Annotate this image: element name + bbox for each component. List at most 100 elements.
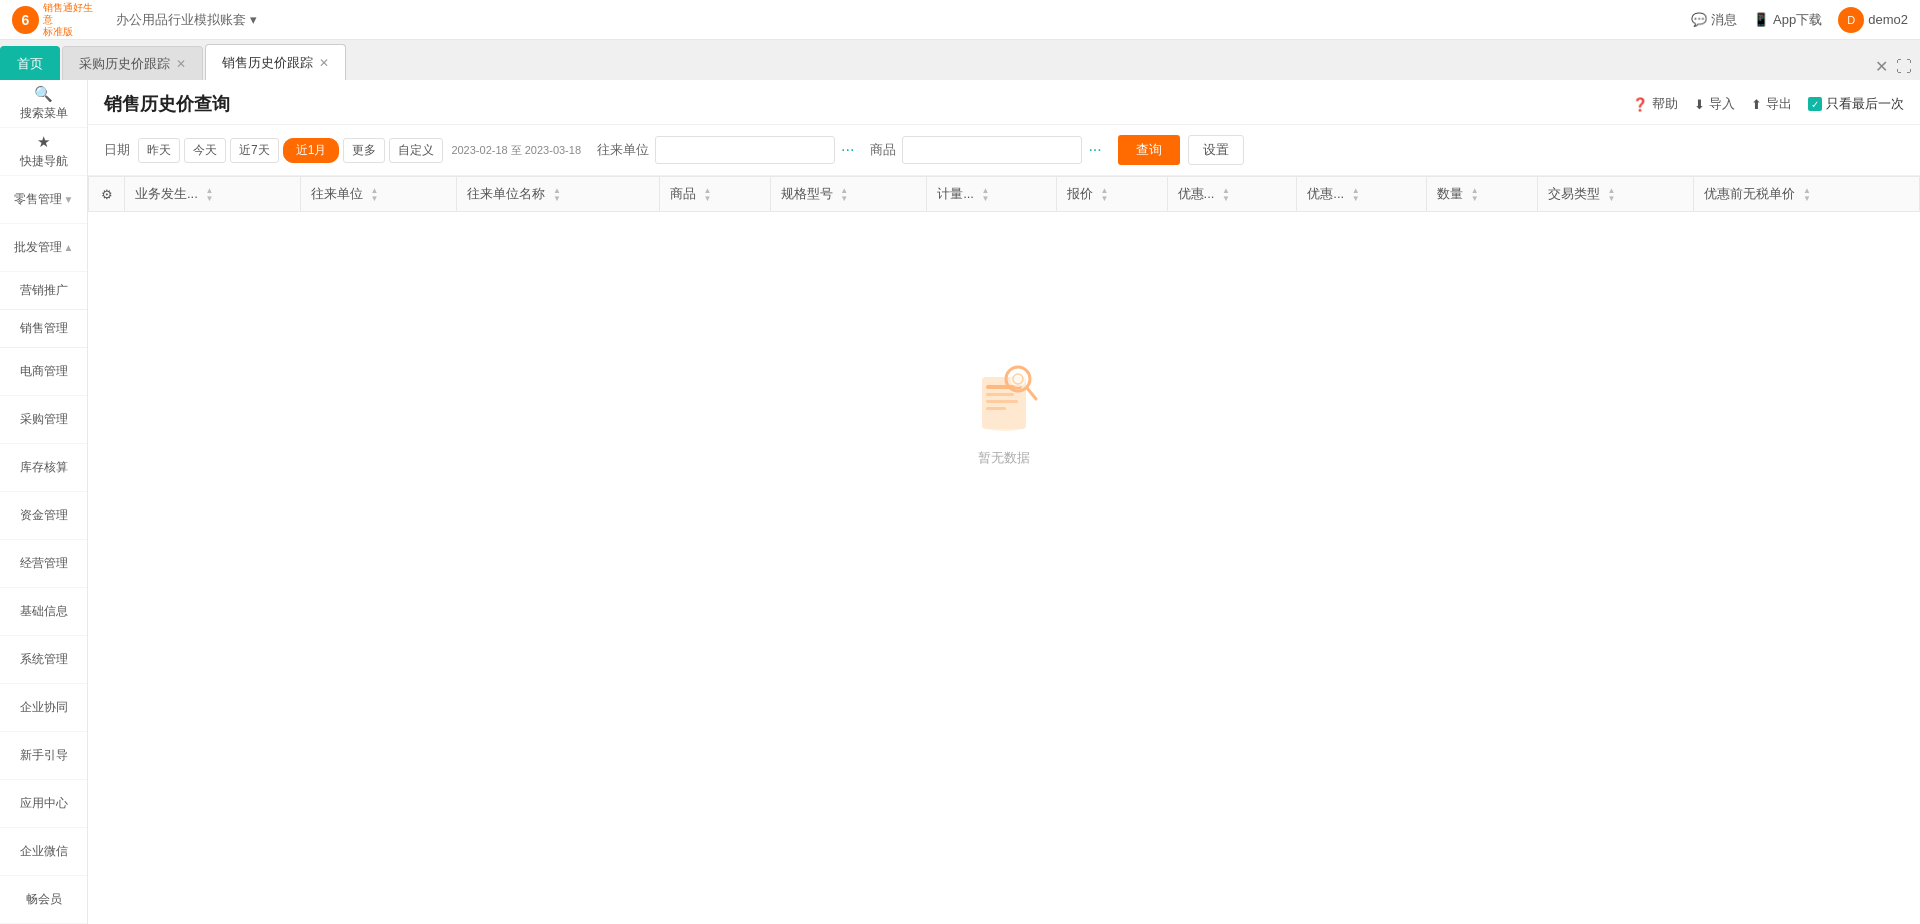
message-btn[interactable]: 💬 消息: [1691, 11, 1737, 29]
th-counterpart-code[interactable]: 往来单位 ▲▼: [300, 177, 457, 212]
product-input[interactable]: [902, 136, 1082, 164]
date-btn-today[interactable]: 今天: [184, 138, 226, 163]
date-btn-more[interactable]: 更多: [343, 138, 385, 163]
th-trade-type[interactable]: 交易类型 ▲▼: [1537, 177, 1694, 212]
sidebar-item-operations[interactable]: 经营管理: [0, 540, 87, 588]
product-filter-group: 商品 ···: [870, 136, 1101, 164]
sort-icon-spec[interactable]: ▲▼: [840, 187, 848, 203]
sidebar-item-retail[interactable]: 零售管理 ▼: [0, 176, 87, 224]
sidebar-item-app-center[interactable]: 应用中心: [0, 780, 87, 828]
date-btn-7days[interactable]: 近7天: [230, 138, 279, 163]
help-btn[interactable]: ❓ 帮助: [1632, 95, 1678, 113]
tab-purchase[interactable]: 采购历史价跟踪 ✕: [62, 46, 203, 80]
counterpart-select-icon[interactable]: ···: [841, 141, 854, 159]
sidebar-item-wechat[interactable]: 企业微信: [0, 828, 87, 876]
sort-icon-product[interactable]: ▲▼: [704, 187, 712, 203]
sidebar-item-purchase[interactable]: 采购管理: [0, 396, 87, 444]
sort-icon-unit[interactable]: ▲▼: [982, 187, 990, 203]
app-download-btn[interactable]: 📱 App下载: [1753, 11, 1822, 29]
query-button[interactable]: 查询: [1118, 135, 1180, 165]
sort-icon-counterpart-code[interactable]: ▲▼: [370, 187, 378, 203]
filter-bar: 日期 昨天 今天 近7天 近1月 更多 自定义 2023-02-18 至 202…: [88, 125, 1920, 176]
sidebar-label-sales-mgmt: 销售管理: [20, 321, 68, 335]
th-product[interactable]: 商品 ▲▼: [659, 177, 770, 212]
sidebar-item-system[interactable]: 系统管理: [0, 636, 87, 684]
sidebar-label-search-menu: 搜索菜单: [20, 105, 68, 122]
sidebar-label-marketing: 营销推广: [20, 283, 68, 297]
counterpart-input[interactable]: [655, 136, 835, 164]
empty-illustration: [964, 357, 1044, 437]
tab-home[interactable]: 首页: [0, 46, 60, 80]
sidebar-item-guide[interactable]: 新手引导: [0, 732, 87, 780]
sidebar-label-guide: 新手引导: [20, 747, 68, 764]
export-icon: ⬆: [1751, 97, 1762, 112]
only-last-checkbox-group[interactable]: ✓ 只看最后一次: [1808, 95, 1904, 113]
empty-state: 暂无数据: [88, 212, 1920, 612]
date-btn-yesterday[interactable]: 昨天: [138, 138, 180, 163]
th-spec[interactable]: 规格型号 ▲▼: [770, 177, 927, 212]
sidebar-item-basic-info[interactable]: 基础信息: [0, 588, 87, 636]
sidebar-item-ecommerce[interactable]: 电商管理: [0, 348, 87, 396]
import-btn[interactable]: ⬇ 导入: [1694, 95, 1735, 113]
sidebar-label-quick-nav: 快捷导航: [20, 153, 68, 170]
th-gear[interactable]: ⚙: [89, 177, 125, 212]
sort-icon-pretax-price[interactable]: ▲▼: [1803, 187, 1811, 203]
sort-icon-counterpart-name[interactable]: ▲▼: [553, 187, 561, 203]
sort-icon-discount2[interactable]: ▲▼: [1352, 187, 1360, 203]
sidebar-sub-marketing[interactable]: 营销推广: [0, 272, 87, 310]
sidebar-item-wholesale[interactable]: 批发管理 ▲: [0, 224, 87, 272]
tab-purchase-close-icon[interactable]: ✕: [176, 57, 186, 71]
app-download-icon: 📱: [1753, 12, 1769, 27]
only-last-checkbox[interactable]: ✓: [1808, 97, 1822, 111]
sidebar-label-wholesale: 批发管理: [14, 239, 62, 256]
sidebar-label-enterprise: 企业协同: [20, 699, 68, 716]
workspace-dropdown[interactable]: 办公用品行业模拟账套 ▾: [116, 11, 257, 29]
sort-icon-price[interactable]: ▲▼: [1101, 187, 1109, 203]
main-layout: 🔍 搜索菜单 ★ 快捷导航 零售管理 ▼ 批发管理 ▲ 营销推广 销售管理: [0, 80, 1920, 924]
page-header: 销售历史价查询 ❓ 帮助 ⬇ 导入 ⬆ 导出 ✓ 只看最后一次: [88, 80, 1920, 125]
tab-sales-close-icon[interactable]: ✕: [319, 56, 329, 70]
tab-close-all-icon[interactable]: ✕: [1875, 57, 1888, 76]
table-settings-icon[interactable]: ⚙: [101, 187, 113, 202]
sort-icon-discount1[interactable]: ▲▼: [1222, 187, 1230, 203]
sidebar-item-enterprise[interactable]: 企业协同: [0, 684, 87, 732]
th-counterpart-name[interactable]: 往来单位名称 ▲▼: [457, 177, 660, 212]
sidebar-item-inventory[interactable]: 库存核算: [0, 444, 87, 492]
sidebar-sub-sales-mgmt[interactable]: 销售管理: [0, 310, 87, 348]
setting-button[interactable]: 设置: [1188, 135, 1244, 165]
th-price[interactable]: 报价 ▲▼: [1056, 177, 1167, 212]
sort-icon-biz-date[interactable]: ▲▼: [205, 187, 213, 203]
date-buttons: 昨天 今天 近7天 近1月 更多 自定义: [138, 138, 443, 163]
th-unit[interactable]: 计量... ▲▼: [927, 177, 1057, 212]
workspace-label: 办公用品行业模拟账套: [116, 11, 246, 29]
user-area[interactable]: D demo2: [1838, 7, 1908, 33]
sidebar-item-member[interactable]: 畅会员: [0, 876, 87, 924]
tab-bar-right: ✕ ⛶: [1875, 57, 1920, 80]
sidebar-label-finance: 资金管理: [20, 507, 68, 524]
tab-sales[interactable]: 销售历史价跟踪 ✕: [205, 44, 346, 80]
date-btn-1month[interactable]: 近1月: [283, 138, 340, 163]
th-quantity[interactable]: 数量 ▲▼: [1427, 177, 1538, 212]
export-btn[interactable]: ⬆ 导出: [1751, 95, 1792, 113]
tab-expand-icon[interactable]: ⛶: [1896, 58, 1912, 76]
user-label: demo2: [1868, 12, 1908, 27]
th-biz-date[interactable]: 业务发生... ▲▼: [125, 177, 301, 212]
sidebar-item-search-menu[interactable]: 🔍 搜索菜单: [0, 80, 87, 128]
logo-icon: 6: [12, 6, 39, 34]
message-label: 消息: [1711, 11, 1737, 29]
sidebar-item-quick-nav[interactable]: ★ 快捷导航: [0, 128, 87, 176]
sidebar-item-finance[interactable]: 资金管理: [0, 492, 87, 540]
product-select-icon[interactable]: ···: [1088, 141, 1101, 159]
th-discount1[interactable]: 优惠... ▲▼: [1167, 177, 1297, 212]
app-download-label: App下载: [1773, 11, 1822, 29]
sort-icon-quantity[interactable]: ▲▼: [1471, 187, 1479, 203]
tab-home-label: 首页: [17, 55, 43, 73]
th-pretax-price[interactable]: 优惠前无税单价 ▲▼: [1694, 177, 1920, 212]
date-btn-custom[interactable]: 自定义: [389, 138, 443, 163]
sort-icon-trade-type[interactable]: ▲▼: [1607, 187, 1615, 203]
sidebar-label-wechat: 企业微信: [20, 843, 68, 860]
th-discount2[interactable]: 优惠... ▲▼: [1297, 177, 1427, 212]
sidebar-label-operations: 经营管理: [20, 555, 68, 572]
wholesale-arrow-icon: ▲: [64, 242, 74, 253]
header-right: 💬 消息 📱 App下载 D demo2: [1691, 7, 1908, 33]
